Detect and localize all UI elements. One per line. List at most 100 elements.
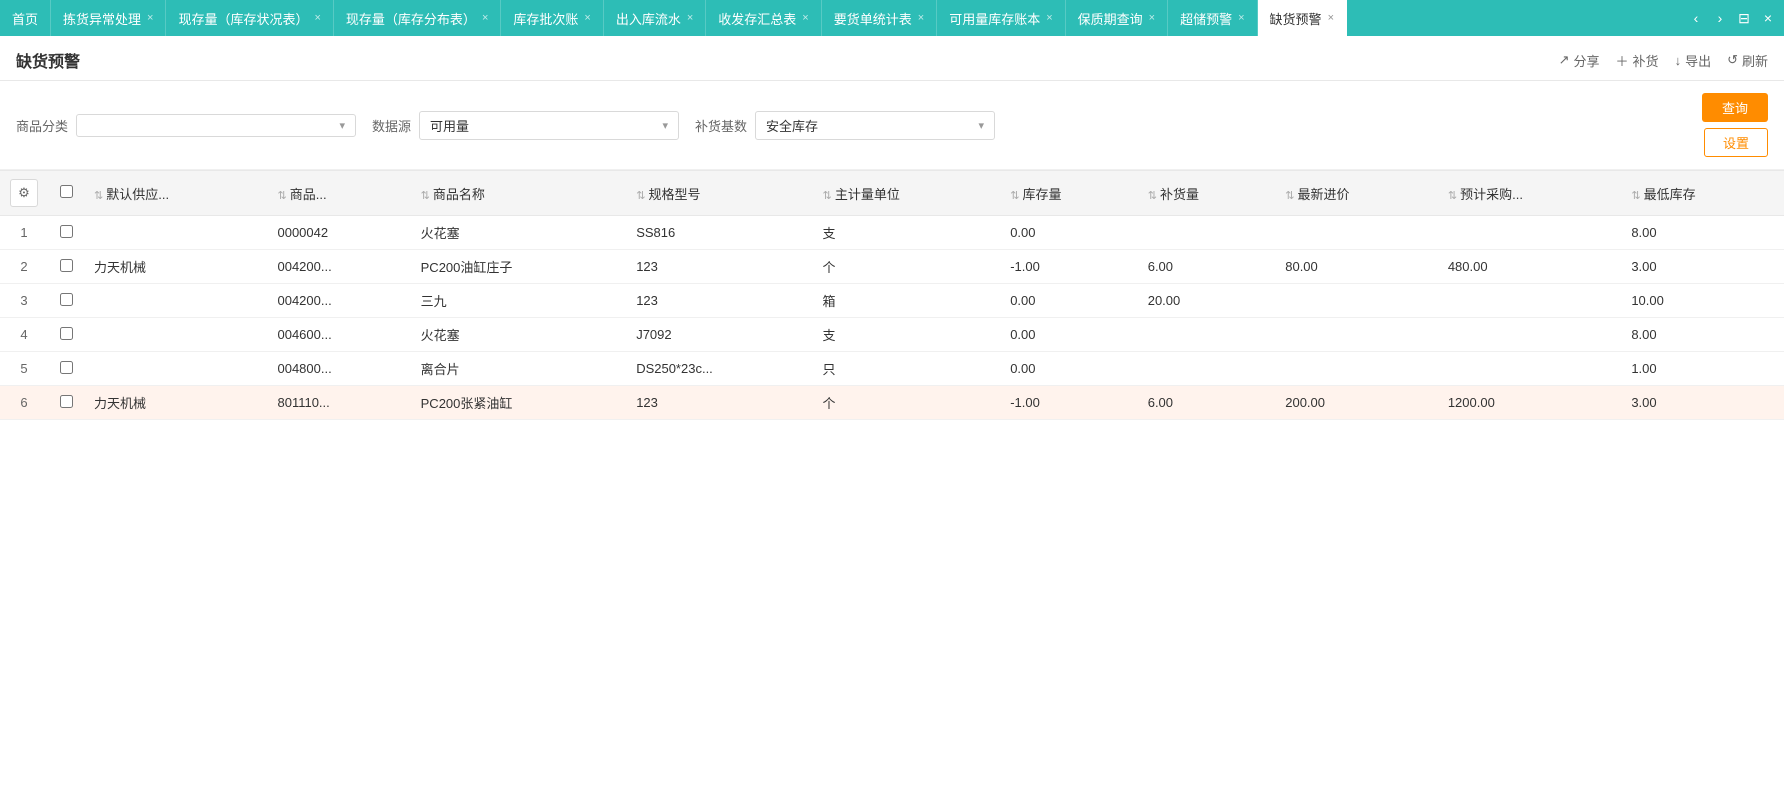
tab-item-6[interactable]: 收发存汇总表×	[706, 0, 821, 36]
tab-item-7[interactable]: 要货单统计表×	[822, 0, 937, 36]
col-sort-icon: ⇅	[277, 190, 289, 202]
export-button[interactable]: ↓ 导出	[1675, 51, 1712, 70]
col-stock-qty: ⇅ 库存量	[1000, 171, 1138, 216]
cell-replenish-qty-1: 6.00	[1138, 250, 1276, 284]
cell-replenish-qty-3	[1138, 318, 1276, 352]
row-checkbox-4[interactable]	[60, 361, 73, 374]
replenish-button[interactable]: ＋ 补货	[1616, 51, 1659, 70]
tab-scroll-left[interactable]: ‹	[1684, 6, 1708, 30]
data-source-select[interactable]: 可用量 ▾	[419, 111, 679, 140]
cell-stock-qty-1: -1.00	[1000, 250, 1138, 284]
tab-close-btn-6[interactable]: ×	[802, 12, 808, 24]
cell-min-stock-5: 3.00	[1621, 386, 1784, 420]
tab-item-3[interactable]: 现存量（库存分布表）×	[334, 0, 501, 36]
cell-commodity-name-4: 离合片	[411, 352, 627, 386]
cell-commodity-name-2: 三九	[411, 284, 627, 318]
data-source-label: 数据源	[372, 116, 411, 135]
cell-checkbox-5	[48, 386, 84, 420]
tab-close-btn-2[interactable]: ×	[314, 12, 320, 24]
replenish-base-arrow-icon: ▾	[979, 119, 985, 132]
share-button[interactable]: ↗ 分享	[1559, 51, 1600, 70]
tab-close-btn-1[interactable]: ×	[147, 12, 153, 24]
row-checkbox-0[interactable]	[60, 225, 73, 238]
row-checkbox-5[interactable]	[60, 395, 73, 408]
cell-checkbox-3	[48, 318, 84, 352]
cell-stock-qty-4: 0.00	[1000, 352, 1138, 386]
cell-spec-5: 123	[626, 386, 812, 420]
refresh-button[interactable]: ↺ 刷新	[1727, 51, 1768, 70]
cell-stock-qty-3: 0.00	[1000, 318, 1138, 352]
cell-min-stock-1: 3.00	[1621, 250, 1784, 284]
cell-seq-3: 4	[0, 318, 48, 352]
table-row: 5004800...离合片DS250*23c...只0.001.00	[0, 352, 1784, 386]
page-header: 缺货预警 ↗ 分享 ＋ 补货 ↓ 导出 ↺ 刷新	[0, 36, 1784, 81]
tab-item-0[interactable]: 首页	[0, 0, 51, 36]
export-icon: ↓	[1675, 53, 1682, 68]
cell-commodity-code-5: 801110...	[267, 386, 410, 420]
tab-item-2[interactable]: 现存量（库存状况表）×	[166, 0, 333, 36]
tab-item-8[interactable]: 可用量库存账本×	[937, 0, 1065, 36]
query-button[interactable]: 查询	[1702, 93, 1768, 122]
cell-min-stock-3: 8.00	[1621, 318, 1784, 352]
select-all-checkbox[interactable]	[60, 185, 73, 198]
col-default-supplier: ⇅ 默认供应...	[84, 171, 267, 216]
tab-close-btn-3[interactable]: ×	[482, 12, 488, 24]
window-restore[interactable]: ⊟	[1732, 6, 1756, 30]
cell-unit-1: 个	[813, 250, 1001, 284]
tab-scroll-right[interactable]: ›	[1708, 6, 1732, 30]
cell-latest-price-5: 200.00	[1275, 386, 1438, 420]
table-row: 6力天机械801110...PC200张紧油缸123个-1.006.00200.…	[0, 386, 1784, 420]
cell-seq-2: 3	[0, 284, 48, 318]
setting-button[interactable]: 设置	[1704, 128, 1768, 157]
replenish-base-select[interactable]: 安全库存 ▾	[755, 111, 995, 140]
tab-item-9[interactable]: 保质期查询×	[1066, 0, 1168, 36]
commodity-category-arrow-icon: ▾	[339, 119, 345, 132]
cell-unit-4: 只	[813, 352, 1001, 386]
tab-close-btn-7[interactable]: ×	[918, 12, 924, 24]
tab-item-10[interactable]: 超储预警×	[1168, 0, 1257, 36]
cell-est-purchase-0	[1438, 216, 1621, 250]
page-title: 缺货预警	[16, 48, 80, 72]
window-close[interactable]: ×	[1756, 6, 1780, 30]
filter-bar: 商品分类 ▾ 数据源 可用量 ▾ 补货基数 安全库存 ▾ 查询 设置	[0, 81, 1784, 170]
col-sort-icon: ⇅	[1448, 190, 1460, 202]
col-gear: ⚙	[0, 171, 48, 216]
col-commodity-code: ⇅ 商品...	[267, 171, 410, 216]
tab-bar: 首页拣货异常处理×现存量（库存状况表）×现存量（库存分布表）×库存批次账×出入库…	[0, 0, 1784, 36]
tab-item-11[interactable]: 缺货预警×	[1258, 0, 1347, 36]
row-checkbox-3[interactable]	[60, 327, 73, 340]
col-sort-icon: ⇅	[421, 190, 433, 202]
col-latest-price: ⇅ 最新进价	[1275, 171, 1438, 216]
cell-commodity-name-3: 火花塞	[411, 318, 627, 352]
cell-spec-3: J7092	[626, 318, 812, 352]
commodity-category-select[interactable]: ▾	[76, 114, 356, 137]
cell-checkbox-4	[48, 352, 84, 386]
col-sort-icon: ⇅	[1631, 190, 1643, 202]
filter-action-buttons: 查询 设置	[1702, 93, 1768, 157]
row-checkbox-2[interactable]	[60, 293, 73, 306]
share-icon: ↗	[1559, 52, 1570, 68]
cell-latest-price-4	[1275, 352, 1438, 386]
tab-close-btn-5[interactable]: ×	[687, 12, 693, 24]
table-row: 10000042火花塞SS816支0.008.00	[0, 216, 1784, 250]
tab-item-4[interactable]: 库存批次账×	[501, 0, 603, 36]
tab-close-btn-4[interactable]: ×	[584, 12, 590, 24]
replenish-icon: ＋	[1616, 51, 1629, 70]
tab-close-btn-8[interactable]: ×	[1046, 12, 1052, 24]
column-settings-button[interactable]: ⚙	[10, 179, 38, 207]
cell-stock-qty-5: -1.00	[1000, 386, 1138, 420]
col-spec: ⇅ 规格型号	[626, 171, 812, 216]
cell-latest-price-1: 80.00	[1275, 250, 1438, 284]
tab-close-btn-11[interactable]: ×	[1328, 12, 1334, 24]
cell-min-stock-4: 1.00	[1621, 352, 1784, 386]
tab-nav-buttons: ‹ › ⊟ ×	[1680, 6, 1784, 30]
cell-latest-price-0	[1275, 216, 1438, 250]
row-checkbox-1[interactable]	[60, 259, 73, 272]
cell-seq-5: 6	[0, 386, 48, 420]
cell-default-supplier-0	[84, 216, 267, 250]
tab-item-1[interactable]: 拣货异常处理×	[51, 0, 166, 36]
tab-close-btn-10[interactable]: ×	[1238, 12, 1244, 24]
tab-item-5[interactable]: 出入库流水×	[604, 0, 706, 36]
tab-close-btn-9[interactable]: ×	[1149, 12, 1155, 24]
cell-commodity-code-2: 004200...	[267, 284, 410, 318]
